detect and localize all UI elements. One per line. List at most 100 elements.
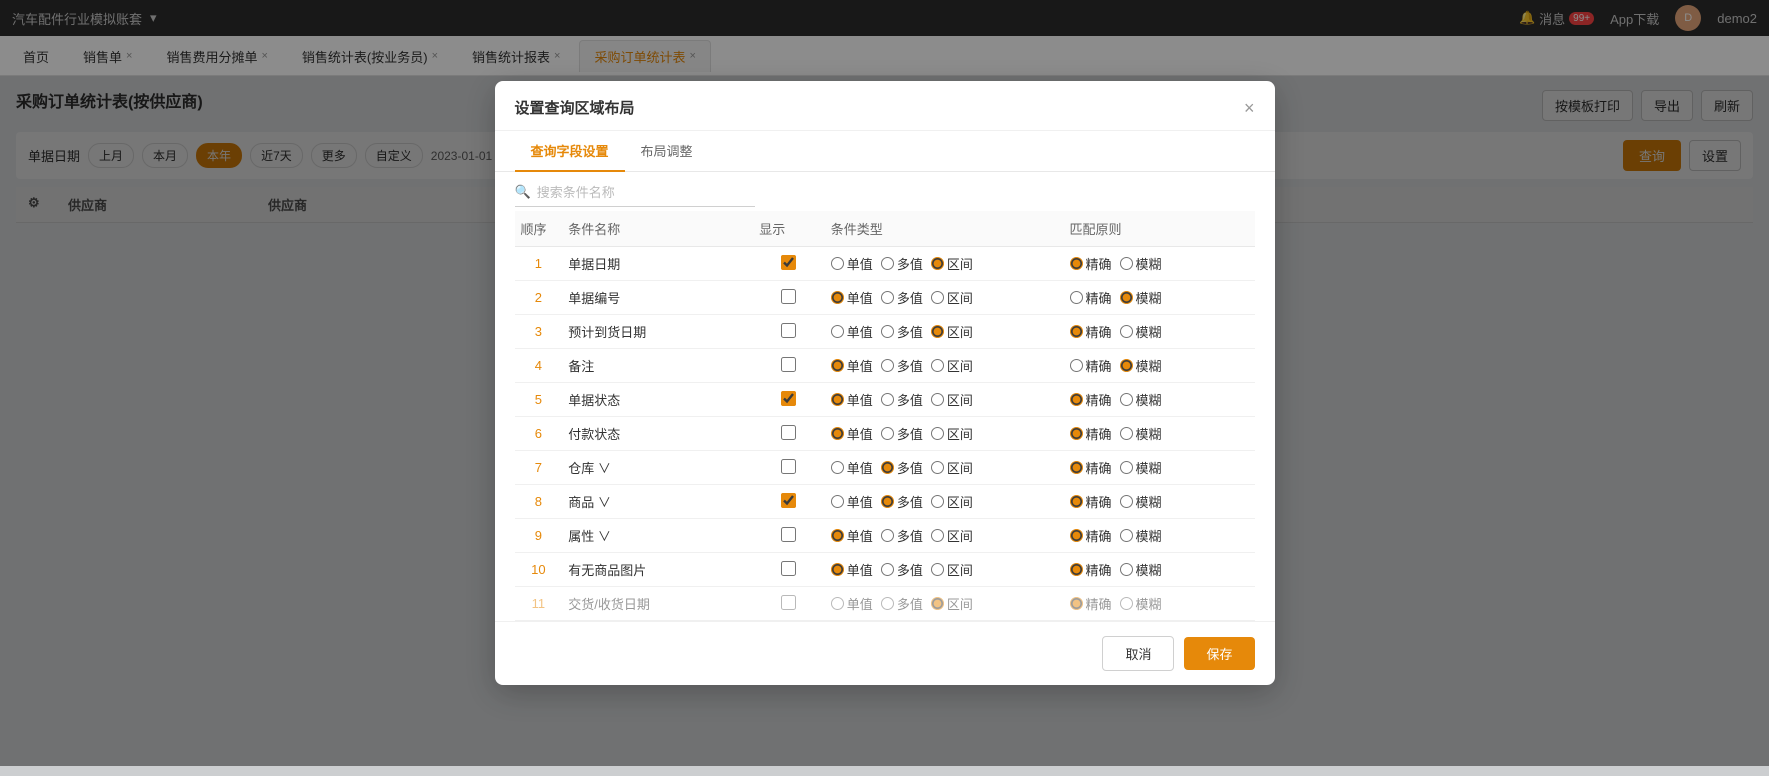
table-row: 4备注单值多值区间精确模糊 (515, 349, 1255, 383)
type-radio-item[interactable]: 多值 (881, 390, 923, 409)
type-radio-item[interactable]: 区间 (931, 594, 973, 613)
match-radio-item[interactable]: 精确 (1070, 458, 1112, 477)
row-order: 11 (515, 587, 563, 621)
match-radio-item[interactable]: 精确 (1070, 492, 1112, 511)
row-match-cell: 精确模糊 (1064, 281, 1255, 315)
row-show-cell (753, 553, 825, 587)
match-radio-item[interactable]: 模糊 (1120, 390, 1162, 409)
match-radio-item[interactable]: 模糊 (1120, 288, 1162, 307)
show-checkbox[interactable] (781, 289, 796, 304)
type-radio-item[interactable]: 多值 (881, 526, 923, 545)
type-radio-item[interactable]: 单值 (831, 356, 873, 375)
type-radio-item[interactable]: 多值 (881, 458, 923, 477)
save-button[interactable]: 保存 (1184, 637, 1254, 670)
row-order: 1 (515, 247, 563, 281)
type-radio-item[interactable]: 区间 (931, 356, 973, 375)
match-radio-item[interactable]: 模糊 (1120, 492, 1162, 511)
row-match-cell: 精确模糊 (1064, 485, 1255, 519)
table-row: 3预计到货日期单值多值区间精确模糊 (515, 315, 1255, 349)
show-checkbox[interactable] (781, 357, 796, 372)
type-radio-item[interactable]: 区间 (931, 424, 973, 443)
type-radio-item[interactable]: 多值 (881, 254, 923, 273)
row-condition-name: 单据编号 (562, 281, 753, 315)
match-radio-item[interactable]: 精确 (1070, 424, 1112, 443)
type-radio-item[interactable]: 区间 (931, 526, 973, 545)
row-match-cell: 精确模糊 (1064, 553, 1255, 587)
match-radio-item[interactable]: 模糊 (1120, 458, 1162, 477)
match-radio-item[interactable]: 模糊 (1120, 526, 1162, 545)
type-radio-item[interactable]: 单值 (831, 560, 873, 579)
type-radio-item[interactable]: 区间 (931, 288, 973, 307)
tab-query-fields-label: 查询字段设置 (531, 144, 609, 159)
show-checkbox[interactable] (781, 493, 796, 508)
match-radio-item[interactable]: 模糊 (1120, 356, 1162, 375)
row-type-cell: 单值多值区间 (825, 417, 1064, 451)
show-checkbox[interactable] (781, 391, 796, 406)
show-checkbox[interactable] (781, 561, 796, 576)
show-checkbox[interactable] (781, 255, 796, 270)
match-radio-item[interactable]: 模糊 (1120, 254, 1162, 273)
type-radio-item[interactable]: 多值 (881, 492, 923, 511)
row-match-cell: 精确模糊 (1064, 349, 1255, 383)
tab-layout-adjust[interactable]: 布局调整 (625, 131, 709, 172)
row-show-cell (753, 349, 825, 383)
modal-close-button[interactable]: × (1244, 99, 1255, 117)
show-checkbox[interactable] (781, 527, 796, 542)
row-show-cell (753, 417, 825, 451)
match-radio-item[interactable]: 精确 (1070, 322, 1112, 341)
match-radio-item[interactable]: 精确 (1070, 254, 1112, 273)
type-radio-item[interactable]: 区间 (931, 390, 973, 409)
type-radio-item[interactable]: 区间 (931, 458, 973, 477)
type-radio-item[interactable]: 单值 (831, 594, 873, 613)
match-radio-item[interactable]: 模糊 (1120, 560, 1162, 579)
show-checkbox[interactable] (781, 323, 796, 338)
search-input[interactable] (537, 185, 737, 200)
type-radio-item[interactable]: 区间 (931, 560, 973, 579)
table-row: 5单据状态单值多值区间精确模糊 (515, 383, 1255, 417)
match-radio-item[interactable]: 模糊 (1120, 424, 1162, 443)
match-radio-item[interactable]: 精确 (1070, 594, 1112, 613)
type-radio-item[interactable]: 单值 (831, 288, 873, 307)
type-radio-item[interactable]: 单值 (831, 458, 873, 477)
type-radio-item[interactable]: 多值 (881, 560, 923, 579)
row-order: 9 (515, 519, 563, 553)
match-radio-item[interactable]: 精确 (1070, 356, 1112, 375)
type-radio-item[interactable]: 多值 (881, 424, 923, 443)
type-radio-item[interactable]: 多值 (881, 594, 923, 613)
tab-query-fields[interactable]: 查询字段设置 (515, 131, 625, 172)
table-row: 1单据日期单值多值区间精确模糊 (515, 247, 1255, 281)
type-radio-item[interactable]: 区间 (931, 254, 973, 273)
type-radio-item[interactable]: 单值 (831, 390, 873, 409)
row-show-cell (753, 247, 825, 281)
table-row: 2单据编号单值多值区间精确模糊 (515, 281, 1255, 315)
row-order: 10 (515, 553, 563, 587)
show-checkbox[interactable] (781, 425, 796, 440)
row-show-cell (753, 587, 825, 621)
table-row: 11交货/收货日期单值多值区间精确模糊 (515, 587, 1255, 621)
row-order: 8 (515, 485, 563, 519)
row-type-cell: 单值多值区间 (825, 281, 1064, 315)
match-radio-item[interactable]: 模糊 (1120, 594, 1162, 613)
type-radio-item[interactable]: 单值 (831, 492, 873, 511)
show-checkbox[interactable] (781, 595, 796, 610)
type-radio-item[interactable]: 单值 (831, 526, 873, 545)
type-radio-item[interactable]: 单值 (831, 322, 873, 341)
show-checkbox[interactable] (781, 459, 796, 474)
match-radio-item[interactable]: 精确 (1070, 560, 1112, 579)
row-show-cell (753, 485, 825, 519)
type-radio-item[interactable]: 单值 (831, 424, 873, 443)
type-radio-item[interactable]: 区间 (931, 492, 973, 511)
match-radio-item[interactable]: 精确 (1070, 526, 1112, 545)
type-radio-item[interactable]: 区间 (931, 322, 973, 341)
type-radio-item[interactable]: 多值 (881, 356, 923, 375)
cancel-button[interactable]: 取消 (1102, 636, 1174, 671)
row-match-cell: 精确模糊 (1064, 519, 1255, 553)
match-radio-item[interactable]: 模糊 (1120, 322, 1162, 341)
modal-search-area: 🔍 (495, 172, 1275, 211)
match-radio-item[interactable]: 精确 (1070, 390, 1112, 409)
row-match-cell: 精确模糊 (1064, 587, 1255, 621)
type-radio-item[interactable]: 多值 (881, 322, 923, 341)
type-radio-item[interactable]: 多值 (881, 288, 923, 307)
match-radio-item[interactable]: 精确 (1070, 288, 1112, 307)
type-radio-item[interactable]: 单值 (831, 254, 873, 273)
